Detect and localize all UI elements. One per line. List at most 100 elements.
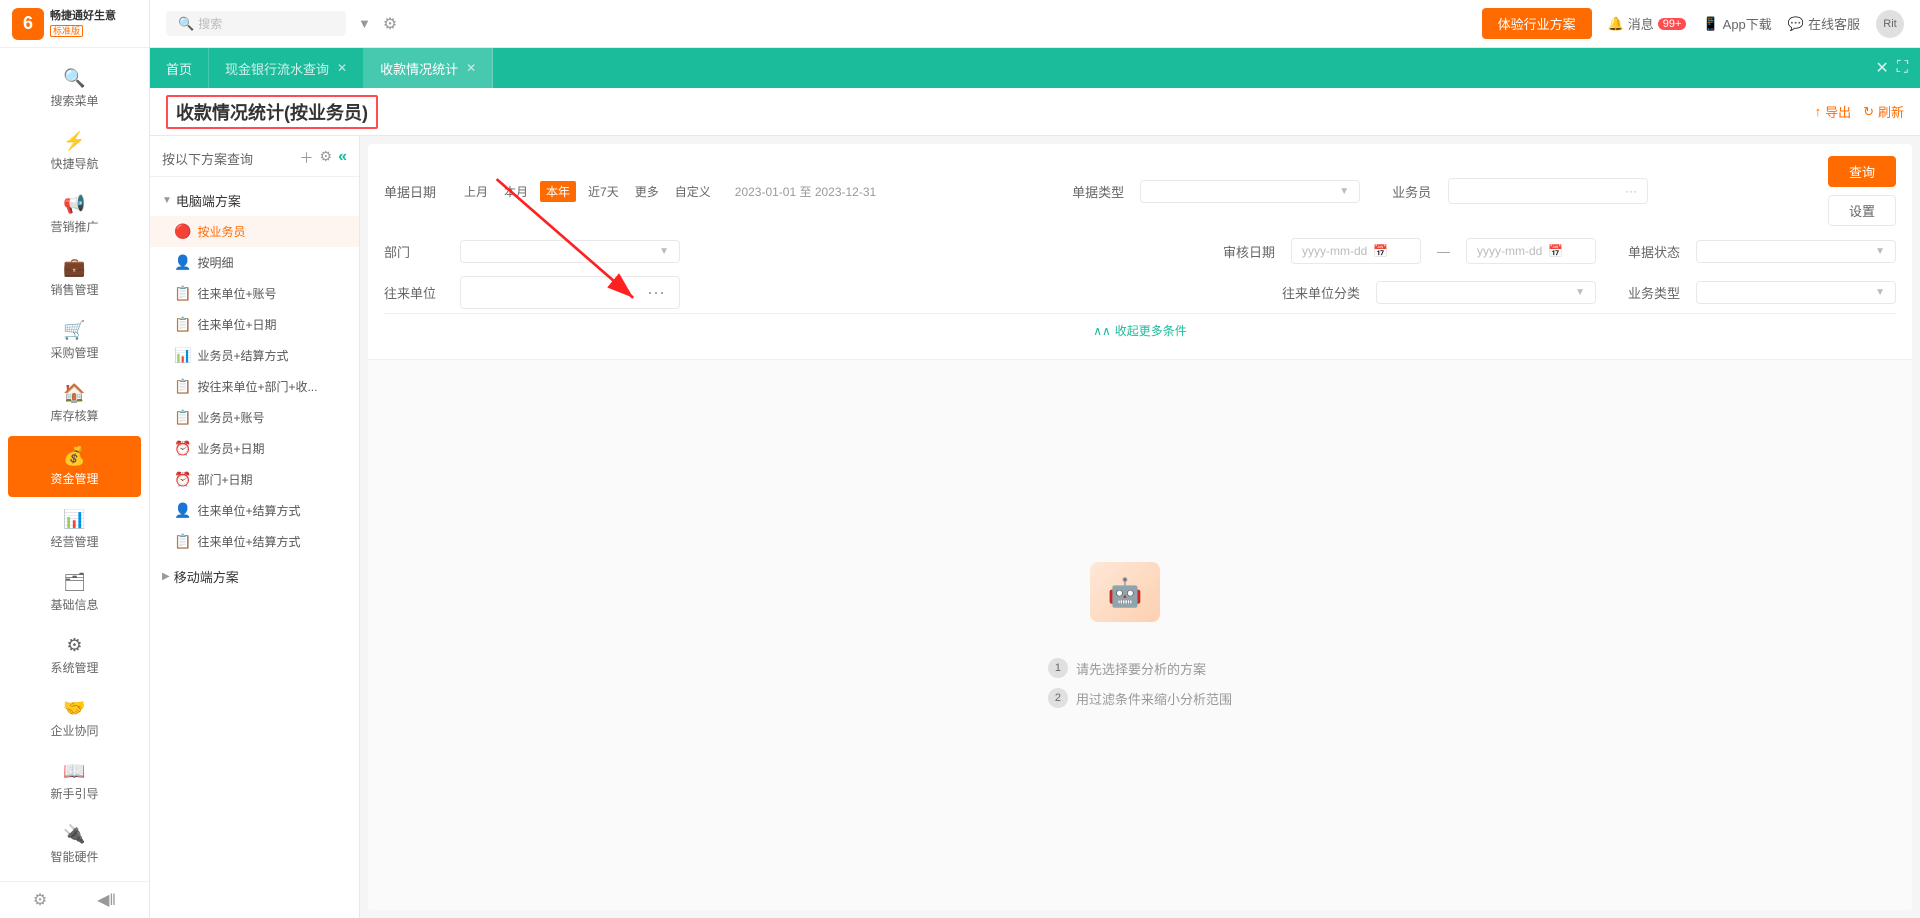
voucher-type-dropdown-icon: ▼ (1339, 186, 1349, 197)
sidebar-item-system[interactable]: ⚙系统管理 (8, 625, 141, 686)
date-range-value: 2023-01-01 至 2023-12-31 (735, 183, 876, 200)
sidebar-item-hardware[interactable]: 🔌智能硬件 (8, 814, 141, 875)
notification-label: 消息 (1628, 14, 1654, 33)
sidebar-item-warehouse[interactable]: 🏠库存核算 (8, 373, 141, 434)
guide-icon: 📖 (63, 761, 85, 782)
mobile-scheme-group[interactable]: ▶ 移动端方案 (150, 561, 359, 592)
collapse-icon: ∧∧ (1093, 324, 1111, 338)
filter-area: 单据日期 上月 本月 本年 近7天 更多 自定义 2023-01-01 至 20… (368, 144, 1912, 360)
add-scheme-icon[interactable]: ＋ (300, 148, 314, 168)
partner-select[interactable]: ··· (460, 276, 680, 309)
group-expand-icon: ▼ (162, 195, 172, 206)
download-icon: 📱 (1702, 16, 1718, 32)
sidebar-item-search[interactable]: 🔍搜索菜单 (8, 58, 141, 119)
sidebar-bottom: ⚙ ◀‖ (0, 881, 149, 918)
page-header: 收款情况统计(按业务员) ↑ 导出 ↻ 刷新 (150, 88, 1920, 136)
settings-icon[interactable]: ⚙ (33, 890, 47, 910)
topbar-dropdown-icon[interactable]: ▼ (358, 16, 371, 31)
hint-num-2: 2 (1048, 688, 1068, 708)
scheme-item-salesperson-date[interactable]: ⏰ 业务员+日期 (150, 433, 359, 464)
review-date-end[interactable]: yyyy-mm-dd 📅 (1466, 238, 1596, 264)
tab-maximize-icon[interactable]: ⛶ (1897, 59, 1908, 77)
empty-icon: 🤖 (1090, 562, 1190, 642)
voucher-type-select[interactable]: ▼ (1140, 180, 1360, 203)
scheme-item-icon-10: 👤 (174, 502, 191, 519)
tab-home[interactable]: 首页 (150, 48, 209, 88)
trial-btn[interactable]: 体验行业方案 (1482, 8, 1592, 39)
date-this-month[interactable]: 本月 (500, 181, 532, 202)
partner-category-select[interactable]: ▼ (1376, 281, 1596, 304)
scheme-item-partner-account[interactable]: 📋 往来单位+账号 (150, 278, 359, 309)
tab-close-all-icon[interactable]: ✕ (1875, 58, 1888, 78)
notification-btn[interactable]: 🔔 消息 99+ (1608, 14, 1687, 33)
salesperson-select[interactable]: ··· (1448, 178, 1648, 204)
date-last-7days[interactable]: 近7天 (584, 181, 623, 202)
collapse-filter-btn[interactable]: ∧∧ 收起更多条件 (384, 313, 1896, 347)
logo-badge: 标准版 (50, 24, 116, 38)
sidebar-item-guide[interactable]: 📖新手引导 (8, 751, 141, 812)
tab-collection-close-icon[interactable]: ✕ (466, 61, 476, 75)
panel-header: 按以下方案查询 ＋ ⚙ « (150, 136, 359, 177)
logo-text: 畅捷通好生意 标准版 (50, 9, 116, 38)
right-panel: 单据日期 上月 本月 本年 近7天 更多 自定义 2023-01-01 至 20… (368, 144, 1912, 910)
sidebar-item-quicknav[interactable]: ⚡快捷导航 (8, 121, 141, 182)
scheme-item-partner-settlement1[interactable]: 👤 往来单位+结算方式 (150, 495, 359, 526)
date-custom[interactable]: 自定义 (671, 181, 715, 202)
sidebar-item-purchase[interactable]: 🛒采购管理 (8, 310, 141, 371)
topbar-left: 🔍 搜索 ▼ ⚙ (166, 11, 397, 36)
operations-icon: 📊 (63, 509, 85, 530)
calendar-icon-1: 📅 (1373, 244, 1388, 258)
scheme-item-dept-date[interactable]: ⏰ 部门+日期 (150, 464, 359, 495)
scheme-item-partner-date[interactable]: 📋 往来单位+日期 (150, 309, 359, 340)
app-download-btn[interactable]: 📱 App下载 (1702, 14, 1771, 33)
collapse-sidebar-icon[interactable]: ◀‖ (97, 890, 116, 910)
scheme-item-salesperson-settlement[interactable]: 📊 业务员+结算方式 (150, 340, 359, 371)
sidebar-item-basic[interactable]: 🗂基础信息 (8, 562, 141, 623)
refresh-btn[interactable]: ↻ 刷新 (1863, 102, 1904, 121)
partner-more-icon[interactable]: ··· (647, 282, 665, 303)
search-icon: 🔍 (178, 16, 194, 32)
voucher-status-select[interactable]: ▼ (1696, 240, 1896, 263)
user-avatar[interactable]: Rit (1876, 10, 1904, 38)
quicknav-icon: ⚡ (63, 131, 85, 152)
sidebar-item-cooperation[interactable]: 🤝企业协同 (8, 688, 141, 749)
settings-btn[interactable]: 设置 (1828, 195, 1896, 226)
tab-bank[interactable]: 现金银行流水查询 ✕ (209, 48, 364, 88)
status-dropdown-icon: ▼ (1875, 246, 1885, 257)
business-type-select[interactable]: ▼ (1696, 281, 1896, 304)
sidebar-item-sales[interactable]: 💼销售管理 (8, 247, 141, 308)
date-last-month[interactable]: 上月 (460, 181, 492, 202)
desktop-scheme-group[interactable]: ▼ 电脑端方案 (150, 185, 359, 216)
topbar-gear-icon[interactable]: ⚙ (383, 14, 397, 34)
warehouse-icon: 🏠 (63, 383, 85, 404)
sidebar-item-finance[interactable]: 💰资金管理 (8, 436, 141, 497)
search-bar[interactable]: 🔍 搜索 (166, 11, 346, 36)
query-btn[interactable]: 查询 (1828, 156, 1896, 187)
empty-face: 🤖 (1108, 576, 1143, 609)
voucher-type-label: 单据类型 (1072, 182, 1124, 201)
scheme-item-partner-dept[interactable]: 📋 按往来单位+部门+收... (150, 371, 359, 402)
scheme-item-by-detail[interactable]: 👤 按明细 (150, 247, 359, 278)
sidebar-item-marketing[interactable]: 📢营销推广 (8, 184, 141, 245)
business-type-dropdown-icon: ▼ (1875, 287, 1885, 298)
scheme-item-icon-5: 📊 (174, 347, 191, 364)
export-btn[interactable]: ↑ 导出 (1815, 102, 1852, 121)
dept-select[interactable]: ▼ (460, 240, 680, 263)
manage-scheme-icon[interactable]: ⚙ (320, 148, 333, 168)
online-service-btn[interactable]: 💬 在线客服 (1788, 14, 1860, 33)
date-this-year[interactable]: 本年 (540, 181, 576, 202)
more-options-icon[interactable]: ··· (1625, 184, 1637, 198)
tab-collection[interactable]: 收款情况统计 ✕ (364, 48, 493, 88)
system-icon: ⚙ (66, 635, 82, 656)
scheme-item-salesperson-account[interactable]: 📋 业务员+账号 (150, 402, 359, 433)
review-date-start[interactable]: yyyy-mm-dd 📅 (1291, 238, 1421, 264)
scheme-item-partner-settlement2[interactable]: 📋 往来单位+结算方式 (150, 526, 359, 557)
sidebar-item-operations[interactable]: 📊经营管理 (8, 499, 141, 560)
hint-num-1: 1 (1048, 658, 1068, 678)
filter-row-1: 单据日期 上月 本月 本年 近7天 更多 自定义 2023-01-01 至 20… (384, 156, 1896, 226)
tab-bank-close-icon[interactable]: ✕ (337, 61, 347, 75)
scheme-item-by-salesperson[interactable]: 🔴 按业务员 (150, 216, 359, 247)
collapse-panel-icon[interactable]: « (338, 148, 347, 168)
scheme-item-icon-8: ⏰ (174, 440, 191, 457)
date-more[interactable]: 更多 (631, 181, 663, 202)
